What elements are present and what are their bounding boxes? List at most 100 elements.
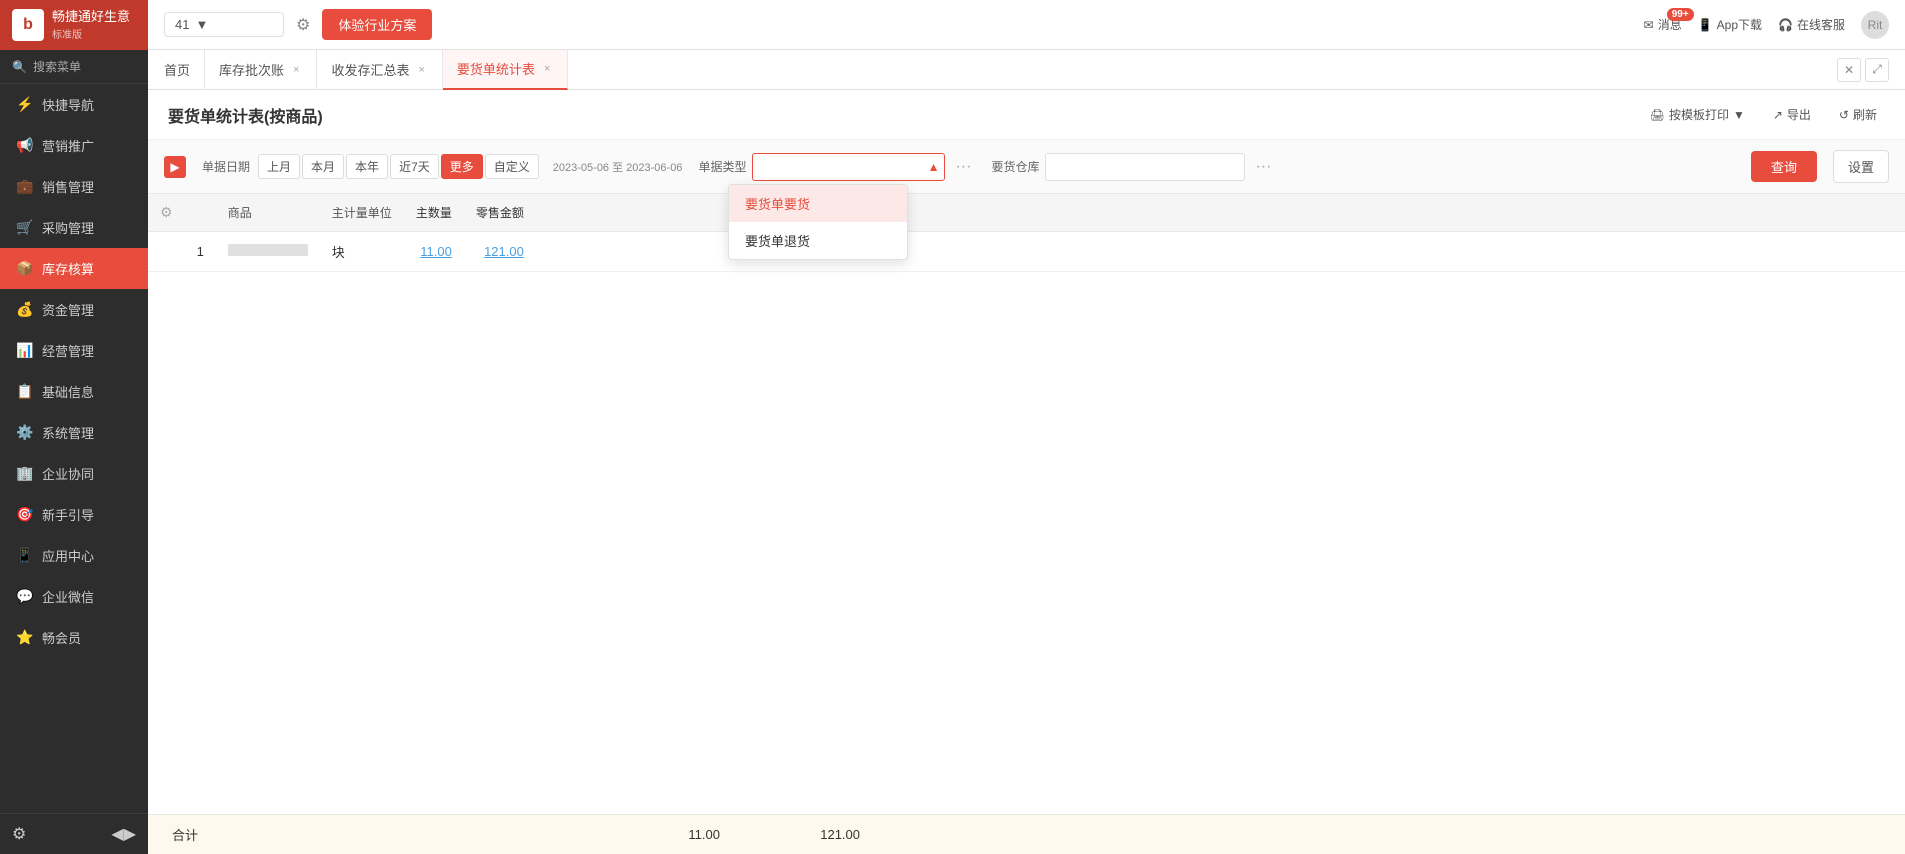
- td-seq: 1: [185, 232, 216, 272]
- tab-requisition-stats[interactable]: 要货单统计表×: [443, 50, 568, 90]
- sidebar-item-purchase[interactable]: 🛒采购管理: [0, 207, 148, 248]
- date-btn-last_7days[interactable]: 近7天: [390, 154, 439, 179]
- sidebar-item-operation[interactable]: 📊经营管理: [0, 330, 148, 371]
- sidebar-item-guide[interactable]: 🎯新手引导: [0, 494, 148, 535]
- tabs-container: 首页库存批次账×收发存汇总表×要货单统计表×: [164, 50, 568, 89]
- date-btn-custom[interactable]: 自定义: [485, 154, 539, 179]
- refresh-btn[interactable]: ↺ 刷新: [1831, 102, 1885, 127]
- nav-icon-quick-nav: ⚡: [16, 96, 34, 114]
- tab-close-requisition-stats[interactable]: ×: [541, 62, 553, 76]
- sidebar: b 畅捷通好生意 标准版 🔍 搜索菜单 ⚡快捷导航📢营销推广💼销售管理🛒采购管理…: [0, 0, 148, 854]
- tab-label-collect-summary: 收发存汇总表: [331, 60, 409, 79]
- filter-expand-btn[interactable]: ▶: [164, 156, 186, 178]
- tab-close-inventory-batch[interactable]: ×: [290, 63, 302, 77]
- topbar-settings-icon[interactable]: ⚙: [296, 15, 310, 35]
- message-btn[interactable]: ✉ 消息 99+: [1644, 16, 1682, 33]
- filter-settings-btn[interactable]: 设置: [1833, 150, 1889, 183]
- date-btn-this_year[interactable]: 本年: [346, 154, 388, 179]
- date-label: 单据日期: [202, 158, 250, 175]
- sidebar-search[interactable]: 🔍 搜索菜单: [0, 50, 148, 84]
- nav-label-finance: 资金管理: [42, 300, 94, 319]
- table-row: 1 块 11.00 121.00: [148, 232, 1905, 272]
- type-select-wrapper: ▲: [752, 153, 945, 181]
- td-amount[interactable]: 121.00: [464, 232, 536, 272]
- tab-home[interactable]: 首页: [164, 50, 205, 90]
- page-header-actions: 🖨 按模板打印 ▼ ↗ 导出 ↺ 刷新: [1642, 102, 1885, 127]
- tab-expand-btn[interactable]: ⤢: [1865, 58, 1889, 82]
- type-label: 单据类型: [698, 158, 746, 175]
- nav-label-quick-nav: 快捷导航: [42, 95, 94, 114]
- filter-warehouse-group: 要货仓库 ···: [991, 153, 1735, 181]
- nav-label-app: 应用中心: [42, 546, 94, 565]
- sidebar-item-system[interactable]: ⚙️系统管理: [0, 412, 148, 453]
- sidebar-search-label: 搜索菜单: [33, 58, 81, 75]
- nav-icon-marketing: 📢: [16, 137, 34, 155]
- trial-btn[interactable]: 体验行业方案: [322, 9, 432, 40]
- service-icon: 🎧: [1778, 18, 1793, 32]
- sidebar-item-wechat[interactable]: 💬企业微信: [0, 576, 148, 617]
- warehouse-input[interactable]: [1045, 153, 1245, 181]
- sidebar-item-basic[interactable]: 📋基础信息: [0, 371, 148, 412]
- nav-icon-app: 📱: [16, 547, 34, 565]
- date-btn-last_month[interactable]: 上月: [258, 154, 300, 179]
- print-template-btn[interactable]: 🖨 按模板打印 ▼: [1642, 102, 1753, 127]
- sidebar-item-inventory[interactable]: 📦库存核算: [0, 248, 148, 289]
- tab-collect-summary[interactable]: 收发存汇总表 ×: [317, 50, 442, 90]
- table-header-row: ⚙ 商品 主计量单位 主数量 零售金额: [148, 194, 1905, 232]
- dropdown-option-要货单退货[interactable]: 要货单退货: [729, 222, 907, 259]
- sidebar-item-marketing[interactable]: 📢 营销推广: [0, 125, 148, 166]
- nav-icon-wechat: 💬: [16, 588, 34, 606]
- export-btn[interactable]: ↗ 导出: [1765, 102, 1819, 127]
- nav-icon-sales: 💼: [16, 178, 34, 196]
- download-icon: 📱: [1698, 18, 1713, 32]
- tab-close-collect-summary[interactable]: ×: [415, 63, 427, 77]
- message-icon: ✉: [1644, 18, 1654, 32]
- sidebar-item-app[interactable]: 📱 应用中心: [0, 535, 148, 576]
- org-selector[interactable]: 41 ▼: [164, 12, 284, 37]
- topbar: 41 ▼ ⚙ 体验行业方案 ✉ 消息 99+ 📱 App下载 🎧 在线客服 Ri…: [148, 0, 1905, 50]
- settings-icon[interactable]: ⚙: [12, 824, 26, 844]
- nav-label-inventory: 库存核算: [42, 259, 94, 278]
- tab-close-all-btn[interactable]: ✕: [1837, 58, 1861, 82]
- collapse-icon[interactable]: ◀▶: [111, 824, 136, 844]
- nav-label-operation: 经营管理: [42, 341, 94, 360]
- query-btn[interactable]: 查询: [1751, 151, 1817, 182]
- footer-amount: 121.00: [740, 827, 860, 842]
- warehouse-more-btn[interactable]: ···: [1251, 158, 1275, 176]
- nav-label-marketing: 营销推广: [42, 136, 94, 155]
- th-product: 商品: [216, 194, 320, 232]
- sidebar-item-finance[interactable]: 💰资金管理: [0, 289, 148, 330]
- th-unit: 主计量单位: [320, 194, 404, 232]
- tab-inventory-batch[interactable]: 库存批次账 ×: [205, 50, 317, 90]
- tab-label-inventory-batch: 库存批次账: [219, 60, 284, 79]
- dropdown-option-要货单要货[interactable]: 要货单要货: [729, 185, 907, 222]
- filter-date-group: 单据日期 上月本月本年近7天更多自定义 2023-05-06 至 2023-06…: [202, 154, 682, 179]
- tab-controls: ✕ ⤢: [1837, 58, 1889, 82]
- date-range-label: 2023-05-06 至 2023-06-06: [553, 159, 683, 175]
- type-more-btn[interactable]: ···: [951, 158, 975, 176]
- online-service-btn[interactable]: 🎧 在线客服: [1778, 16, 1845, 33]
- type-select-input[interactable]: [752, 153, 945, 181]
- nav-label-system: 系统管理: [42, 423, 94, 442]
- warehouse-label: 要货仓库: [991, 158, 1039, 175]
- table-footer: 合计 11.00 121.00: [148, 814, 1905, 854]
- search-icon: 🔍: [12, 60, 27, 74]
- nav-icon-purchase: 🛒: [16, 219, 34, 237]
- type-dropdown: 要货单要货要货单退货: [728, 184, 908, 260]
- sidebar-item-sales[interactable]: 💼销售管理: [0, 166, 148, 207]
- app-download-btn[interactable]: 📱 App下载: [1698, 16, 1762, 33]
- date-btn-more[interactable]: 更多: [441, 154, 483, 179]
- column-settings-icon[interactable]: ⚙: [160, 204, 173, 220]
- th-amount: 零售金额: [464, 194, 536, 232]
- sidebar-item-enterprise[interactable]: 🏢企业协同: [0, 453, 148, 494]
- td-qty[interactable]: 11.00: [404, 232, 464, 272]
- nav-icon-guide: 🎯: [16, 506, 34, 524]
- user-avatar: Rit: [1861, 11, 1889, 39]
- user-menu[interactable]: Rit: [1861, 11, 1889, 39]
- page-header: 要货单统计表(按商品) 🖨 按模板打印 ▼ ↗ 导出 ↺ 刷新: [148, 90, 1905, 140]
- nav-icon-basic: 📋: [16, 383, 34, 401]
- sidebar-item-member[interactable]: ⭐畅会员: [0, 617, 148, 658]
- sidebar-item-quick-nav[interactable]: ⚡ 快捷导航: [0, 84, 148, 125]
- filter-bar: ▶ 单据日期 上月本月本年近7天更多自定义 2023-05-06 至 2023-…: [148, 140, 1905, 194]
- date-btn-this_month[interactable]: 本月: [302, 154, 344, 179]
